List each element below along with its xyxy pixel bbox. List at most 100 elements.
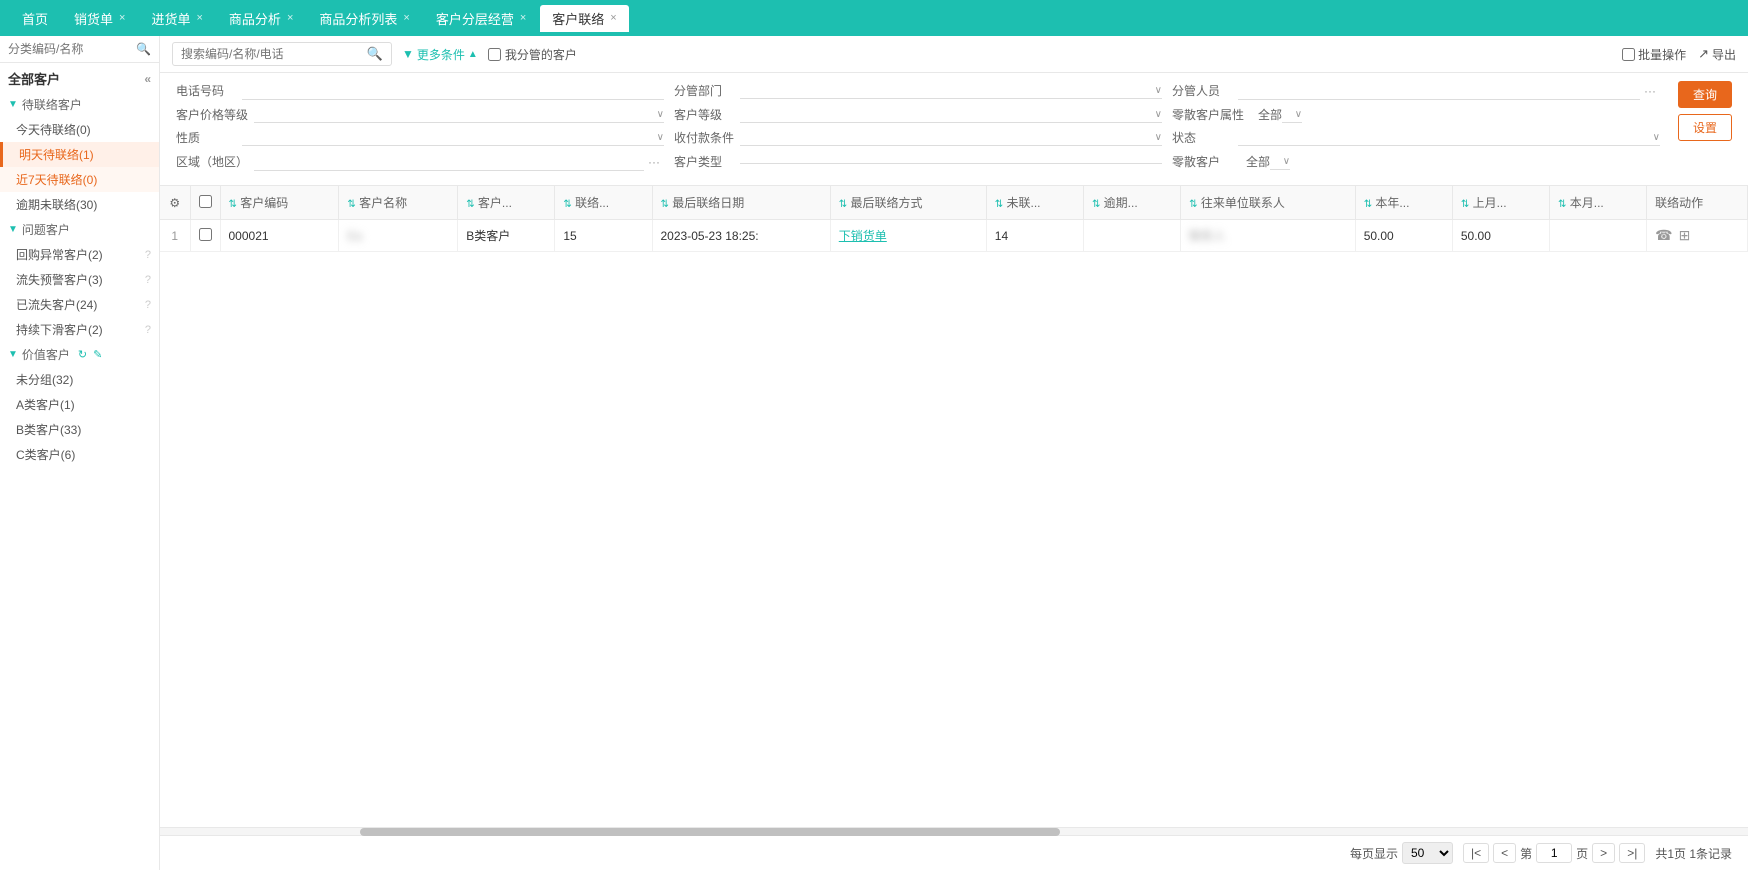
col-last-month[interactable]: ⇅ 上月... (1452, 186, 1549, 220)
payment-arrow-icon: ∨ (1155, 132, 1162, 143)
help-icon-2[interactable]: ? (145, 299, 151, 311)
sidebar-item-churn-warning[interactable]: 流失预警客户(3) ? (0, 267, 159, 292)
sidebar-search-input[interactable] (8, 42, 136, 56)
settings-icon[interactable]: ⚙ (169, 196, 180, 210)
col-overdue[interactable]: ⇅ 逾期... (1083, 186, 1180, 220)
nature-arrow-icon: ∨ (657, 132, 664, 143)
export-btn[interactable]: ↗ 导出 (1698, 46, 1736, 63)
filter-price-level-select[interactable]: ∨ (254, 107, 664, 123)
horizontal-scrollbar-thumb[interactable] (360, 828, 1060, 836)
col-contacts[interactable]: ⇅ 联络... (555, 186, 652, 220)
help-icon-1[interactable]: ? (145, 274, 151, 286)
last-page-btn[interactable]: >| (1619, 843, 1645, 863)
sidebar-collapse-icon[interactable]: « (144, 72, 151, 86)
table-footer: 每页显示 50 100 200 |< < 第 页 > >| 共1页 1条记录 (160, 835, 1748, 870)
prev-page-btn[interactable]: < (1493, 843, 1516, 863)
sidebar-item-churned[interactable]: 已流失客户(24) ? (0, 292, 159, 317)
sidebar-item-repurchase-abnormal[interactable]: 回购异常客户(2) ? (0, 242, 159, 267)
filter-dept-select[interactable]: ∨ (740, 83, 1162, 99)
sidebar-search-container: 🔍 (0, 36, 159, 63)
help-icon-3[interactable]: ? (145, 324, 151, 336)
nav-sales-order-close[interactable]: × (119, 12, 125, 24)
nav-home[interactable]: 首页 (10, 5, 60, 32)
filter-manager-input[interactable] (1238, 81, 1640, 100)
sidebar-item-ungrouped[interactable]: 未分组(32) (0, 367, 159, 392)
filter-region-input[interactable] (254, 152, 644, 171)
filter-customer-type-select[interactable] (740, 159, 1162, 164)
customer-table: ⚙ ⇅ 客户编码 ⇅ 客户名称 (160, 186, 1748, 252)
nav-customer-stratification[interactable]: 客户分层经营 × (424, 5, 538, 32)
sidebar-item-class-c[interactable]: C类客户(6) (0, 442, 159, 467)
filter-phone-input[interactable] (242, 81, 664, 100)
value-refresh-icon[interactable]: ↻ (78, 348, 87, 361)
value-edit-icon[interactable]: ✎ (93, 348, 102, 361)
next-page-btn[interactable]: > (1592, 843, 1615, 863)
nav-sales-order[interactable]: 销货单 × (62, 5, 137, 32)
sidebar-item-tomorrow-pending[interactable]: 明天待联络(1) (0, 142, 159, 167)
filter-retail-customer-select[interactable]: ∨ (1270, 154, 1290, 170)
nav-product-analysis[interactable]: 商品分析 × (217, 5, 305, 32)
col-not-contacted[interactable]: ⇅ 未联... (986, 186, 1083, 220)
query-button[interactable]: 查询 (1678, 81, 1732, 108)
nav-customer-stratification-close[interactable]: × (520, 12, 526, 24)
sidebar-item-today-pending[interactable]: 今天待联络(0) (0, 117, 159, 142)
sidebar-item-7days-pending[interactable]: 近7天待联络(0) (0, 167, 159, 192)
help-icon-0[interactable]: ? (145, 249, 151, 261)
first-page-btn[interactable]: |< (1463, 843, 1489, 863)
col-this-month[interactable]: ⇅ 本月... (1550, 186, 1647, 220)
col-name[interactable]: ⇅ 客户名称 (339, 186, 458, 220)
sidebar-item-overdue-pending[interactable]: 逾期未联络(30) (0, 192, 159, 217)
sidebar-search-icon[interactable]: 🔍 (136, 42, 151, 56)
filter-status-select[interactable]: ∨ (1238, 130, 1660, 146)
row-checkbox[interactable] (199, 228, 212, 241)
last-way-link[interactable]: 下销货单 (839, 229, 887, 243)
table-select-all[interactable] (199, 195, 212, 208)
action-phone-icon[interactable]: ☎ (1655, 227, 1672, 244)
batch-op-checkbox[interactable] (1622, 48, 1635, 61)
nav-purchase-order[interactable]: 进货单 × (139, 5, 214, 32)
col-year-sort-icon: ⇅ (1364, 199, 1372, 210)
sidebar-item-class-b[interactable]: B类客户(33) (0, 417, 159, 442)
nav-product-analysis-list-close[interactable]: × (403, 12, 409, 24)
more-filter-btn[interactable]: ▼ 更多条件 ▲ (402, 46, 478, 63)
nav-product-analysis-list[interactable]: 商品分析列表 × (307, 5, 421, 32)
region-dots-icon[interactable]: ··· (644, 155, 664, 169)
sidebar-item-class-a[interactable]: A类客户(1) (0, 392, 159, 417)
cell-checkbox[interactable] (190, 220, 220, 252)
search-input[interactable] (181, 47, 363, 61)
dept-arrow-icon: ∨ (1155, 85, 1162, 96)
col-last-month-sort-icon: ⇅ (1461, 199, 1469, 210)
batch-op-btn[interactable]: 批量操作 (1622, 46, 1686, 63)
filter-retail-attr-select[interactable]: ∨ (1282, 107, 1302, 123)
nav-product-analysis-close[interactable]: × (287, 12, 293, 24)
search-icon[interactable]: 🔍 (367, 46, 383, 62)
col-contact-person[interactable]: ⇅ 往来单位联系人 (1181, 186, 1356, 220)
nav-customer-contact[interactable]: 客户联络 × (540, 5, 628, 32)
page-size-select[interactable]: 50 100 200 (1402, 842, 1453, 864)
filter-region: 区域（地区） ··· (176, 152, 664, 171)
manager-dots-icon[interactable]: ··· (1640, 84, 1660, 98)
col-code[interactable]: ⇅ 客户编码 (220, 186, 339, 220)
col-last-way[interactable]: ⇅ 最后联络方式 (830, 186, 986, 220)
col-this-year[interactable]: ⇅ 本年... (1355, 186, 1452, 220)
filter-nature-select[interactable]: ∨ (242, 130, 664, 146)
col-settings[interactable]: ⚙ (160, 186, 190, 220)
action-grid-icon[interactable]: ⊞ (1679, 227, 1691, 244)
nav-customer-contact-close[interactable]: × (610, 12, 616, 24)
export-icon: ↗ (1698, 46, 1709, 62)
my-customer-checkbox[interactable] (488, 48, 501, 61)
page-input[interactable] (1536, 843, 1572, 863)
col-last-date[interactable]: ⇅ 最后联络日期 (652, 186, 830, 220)
my-customer-checkbox-container[interactable]: 我分管的客户 (488, 46, 577, 63)
cell-last-way[interactable]: 下销货单 (830, 220, 986, 252)
nav-purchase-order-close[interactable]: × (196, 12, 202, 24)
problem-arrow-icon: ▼ (8, 224, 18, 235)
price-arrow-icon: ∨ (657, 109, 664, 120)
col-type[interactable]: ⇅ 客户... (458, 186, 555, 220)
filter-customer-level-select[interactable]: ∨ (740, 107, 1162, 123)
filter-payment-select[interactable]: ∨ (740, 130, 1162, 146)
filter-payment: 收付款条件 ∨ (674, 129, 1162, 146)
set-button[interactable]: 设置 (1678, 114, 1732, 141)
content-area: 🔍 ▼ 更多条件 ▲ 我分管的客户 批量操作 ↗ 导出 (160, 36, 1748, 870)
sidebar-item-declining[interactable]: 持续下滑客户(2) ? (0, 317, 159, 342)
